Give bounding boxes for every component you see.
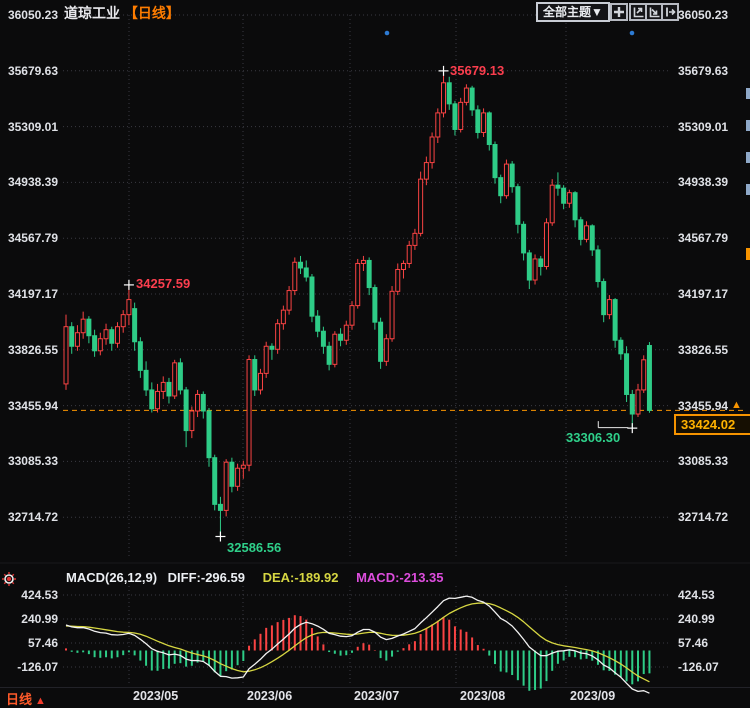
axis-label: 240.99 (2, 612, 58, 626)
theme-dropdown[interactable]: 全部主题▼ (536, 2, 610, 22)
axis-label: 33085.33 (2, 454, 58, 468)
axis-label: 34197.17 (2, 287, 58, 301)
chart-title: 道琼工业 【日线】 (64, 3, 180, 23)
axis-label: 34938.39 (2, 175, 58, 189)
axis-label: 34567.79 (2, 231, 58, 245)
symbol-name: 道琼工业 (64, 5, 120, 21)
time-axis-label: 2023/08 (460, 689, 505, 703)
period-switcher[interactable]: 日线▲ (6, 689, 46, 708)
axis-label: 35309.01 (678, 120, 742, 134)
axis-label: 33455.94 (678, 399, 742, 413)
macd-indicator-header: MACD(26,12,9) DIFF:-296.59 DEA:-189.92 M… (66, 570, 444, 585)
clipped-glyph (746, 184, 750, 195)
indicator-settings-icon[interactable] (1, 571, 17, 587)
period-low-annotation: 32586.56 (227, 540, 281, 555)
period-tag: 【日线】 (124, 5, 180, 21)
stock-chart-window: 35679.13 34257.59 32586.56 33306.30 道琼工业… (0, 0, 750, 708)
axis-label: 34197.17 (678, 287, 742, 301)
period-switcher-label: 日线 (6, 692, 32, 707)
time-axis-label: 2023/05 (133, 689, 178, 703)
candlestick-chart[interactable] (0, 0, 750, 708)
macd-macd-value: MACD:-213.35 (356, 570, 443, 585)
may-high-annotation: 34257.59 (136, 276, 190, 291)
clipped-glyph (746, 152, 750, 163)
axis-label: 57.46 (678, 636, 742, 650)
period-high-annotation: 35679.13 (450, 63, 504, 78)
pan-right-icon[interactable] (661, 3, 679, 21)
axis-label: 33455.94 (2, 399, 58, 413)
macd-formula: MACD(26,12,9) (66, 570, 157, 585)
period-up-arrow-icon: ▲ (35, 695, 46, 707)
axis-label: -126.07 (2, 660, 58, 674)
axis-label: 34567.79 (678, 231, 742, 245)
clipped-glyph (746, 248, 750, 260)
axis-label: 36050.23 (678, 8, 742, 22)
time-axis-label: 2023/06 (247, 689, 292, 703)
last-price-tag: 33424.02 (674, 414, 750, 435)
time-axis: 2023/05 2023/06 2023/07 2023/08 2023/09 (0, 689, 750, 707)
axis-label: 33085.33 (678, 454, 742, 468)
axis-label: 33826.55 (2, 343, 58, 357)
axis-label: -126.07 (678, 660, 742, 674)
axis-label: 240.99 (678, 612, 742, 626)
axis-label: 35679.63 (2, 64, 58, 78)
axis-label: 32714.72 (678, 510, 742, 524)
axis-label: 35679.63 (678, 64, 742, 78)
time-axis-label: 2023/09 (570, 689, 615, 703)
clipped-glyph (746, 88, 750, 99)
time-axis-label: 2023/07 (354, 689, 399, 703)
move-crosshair-icon[interactable] (610, 3, 628, 21)
clipped-glyph (746, 120, 750, 131)
axis-label: 33826.55 (678, 343, 742, 357)
macd-dea-value: DEA:-189.92 (263, 570, 339, 585)
macd-diff-value: DIFF:-296.59 (168, 570, 245, 585)
axis-label: 32714.72 (2, 510, 58, 524)
axis-label: 35309.01 (2, 120, 58, 134)
sep-low-annotation: 33306.30 (566, 430, 620, 445)
axis-label: 424.53 (2, 588, 58, 602)
axis-label: 57.46 (2, 636, 58, 650)
axis-label: 34938.39 (678, 175, 742, 189)
axis-label: 424.53 (678, 588, 742, 602)
axis-label: 36050.23 (2, 8, 58, 22)
